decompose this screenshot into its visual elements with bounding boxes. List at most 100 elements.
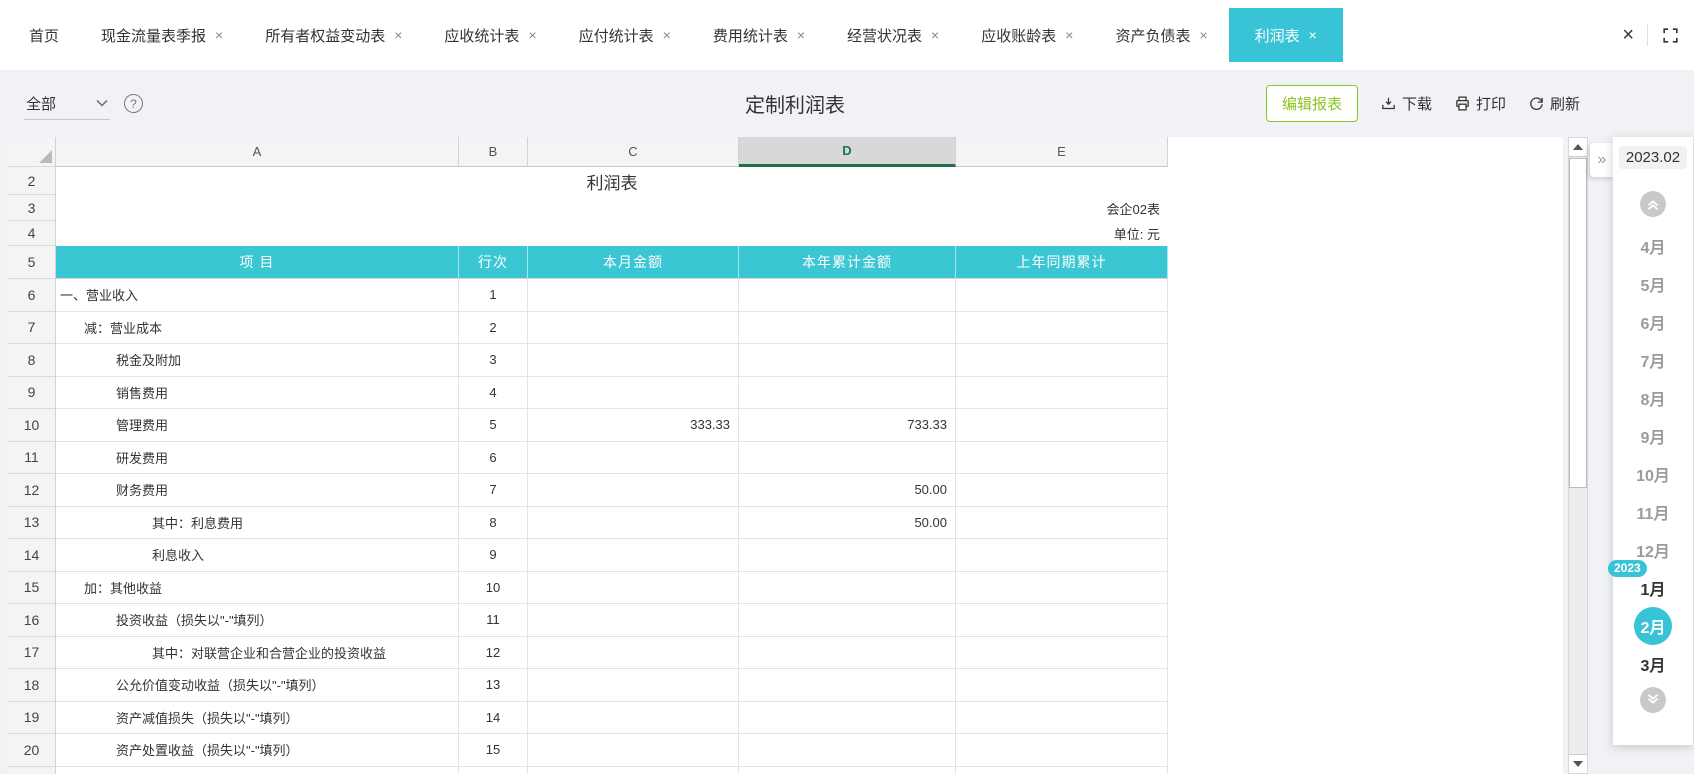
report-tab[interactable]: 现金流量表季报 ×: [80, 0, 244, 70]
fullscreen-icon[interactable]: [1661, 26, 1680, 45]
line-no-cell[interactable]: 16: [459, 766, 528, 774]
line-no-cell[interactable]: 11: [459, 604, 528, 637]
unit-cell[interactable]: 单位: 元: [56, 221, 1168, 246]
line-no-cell[interactable]: 5: [459, 409, 528, 442]
row-number[interactable]: 11: [8, 441, 56, 474]
month-amount-cell[interactable]: 333.33: [528, 766, 739, 774]
ytd-amount-cell[interactable]: [739, 636, 956, 669]
line-no-cell[interactable]: 7: [459, 474, 528, 507]
prior-period-cell[interactable]: [956, 571, 1168, 604]
row-number[interactable]: 17: [8, 636, 56, 669]
row-number[interactable]: 16: [8, 604, 56, 637]
row-number[interactable]: 12: [8, 474, 56, 507]
item-cell[interactable]: 税金及附加: [56, 344, 459, 377]
line-no-cell[interactable]: 9: [459, 539, 528, 572]
line-no-cell[interactable]: 1: [459, 279, 528, 312]
line-no-cell[interactable]: 4: [459, 376, 528, 409]
row-number[interactable]: 4: [8, 221, 56, 246]
scroll-down-button[interactable]: [1569, 754, 1587, 773]
report-tab[interactable]: 首页: [8, 0, 80, 70]
report-tab[interactable]: 应付统计表 ×: [558, 0, 692, 70]
tab-close-icon[interactable]: ×: [931, 27, 939, 43]
month-item[interactable]: 6月: [1613, 303, 1693, 341]
month-amount-cell[interactable]: [528, 311, 739, 344]
item-cell[interactable]: 公允价值变动收益（损失以"-"填列）: [56, 669, 459, 702]
tab-close-icon[interactable]: ×: [394, 27, 402, 43]
month-item[interactable]: 10月: [1613, 455, 1693, 493]
line-no-cell[interactable]: 2: [459, 311, 528, 344]
report-tab[interactable]: 所有者权益变动表 ×: [244, 0, 423, 70]
print-button[interactable]: 打印: [1454, 93, 1506, 114]
line-no-cell[interactable]: 6: [459, 441, 528, 474]
scope-select[interactable]: 全部: [24, 88, 110, 120]
month-amount-cell[interactable]: [528, 669, 739, 702]
row-number[interactable]: 20: [8, 734, 56, 767]
ytd-amount-cell[interactable]: 733.33: [739, 766, 956, 774]
tab-close-icon[interactable]: ×: [528, 27, 536, 43]
scroll-up-button[interactable]: [1569, 138, 1587, 157]
prior-period-cell[interactable]: [956, 734, 1168, 767]
month-amount-cell[interactable]: [528, 604, 739, 637]
month-amount-cell[interactable]: [528, 506, 739, 539]
month-amount-cell[interactable]: [528, 734, 739, 767]
report-tab[interactable]: 费用统计表 ×: [692, 0, 826, 70]
item-cell[interactable]: 投资收益（损失以"-"填列）: [56, 604, 459, 637]
header-item[interactable]: 项 目: [56, 246, 459, 279]
column-header-b[interactable]: B: [459, 137, 528, 167]
help-icon[interactable]: ?: [124, 94, 143, 113]
scrollbar-thumb[interactable]: [1569, 158, 1587, 488]
prior-period-cell[interactable]: [956, 539, 1168, 572]
row-number[interactable]: 2: [8, 167, 56, 195]
ytd-amount-cell[interactable]: [739, 669, 956, 702]
prior-period-cell[interactable]: [956, 701, 1168, 734]
refresh-button[interactable]: 刷新: [1528, 93, 1580, 114]
month-item[interactable]: 3月: [1613, 645, 1693, 683]
header-month-amount[interactable]: 本月金额: [528, 246, 739, 279]
item-cell[interactable]: 资产处置收益（损失以"-"填列）: [56, 734, 459, 767]
prior-period-cell[interactable]: [956, 409, 1168, 442]
tab-close-icon[interactable]: ×: [1199, 27, 1207, 43]
select-all-corner[interactable]: [8, 137, 56, 167]
month-amount-cell[interactable]: [528, 636, 739, 669]
ytd-amount-cell[interactable]: [739, 701, 956, 734]
header-line-no[interactable]: 行次: [459, 246, 528, 279]
ytd-amount-cell[interactable]: [739, 539, 956, 572]
row-number[interactable]: 19: [8, 701, 56, 734]
month-amount-cell[interactable]: [528, 474, 739, 507]
column-header-e[interactable]: E: [956, 137, 1168, 167]
report-title-cell[interactable]: 利润表: [56, 167, 1168, 195]
line-no-cell[interactable]: 8: [459, 506, 528, 539]
month-item[interactable]: 8月: [1613, 379, 1693, 417]
report-tab[interactable]: 资产负债表 ×: [1094, 0, 1228, 70]
month-item[interactable]: 5月: [1613, 265, 1693, 303]
item-cell[interactable]: 一、营业收入: [56, 279, 459, 312]
prior-period-cell[interactable]: [956, 279, 1168, 312]
prior-period-cell[interactable]: [956, 604, 1168, 637]
header-ytd-amount[interactable]: 本年累计金额: [739, 246, 956, 279]
prior-period-cell[interactable]: [956, 636, 1168, 669]
download-button[interactable]: 下载: [1380, 93, 1432, 114]
ytd-amount-cell[interactable]: 733.33: [739, 409, 956, 442]
line-no-cell[interactable]: 10: [459, 571, 528, 604]
prior-period-cell[interactable]: [956, 376, 1168, 409]
prior-period-cell[interactable]: [956, 311, 1168, 344]
row-number[interactable]: 21: [8, 766, 56, 774]
tab-close-icon[interactable]: ×: [663, 27, 671, 43]
tab-close-icon[interactable]: ×: [1065, 27, 1073, 43]
row-number[interactable]: 9: [8, 376, 56, 409]
item-cell[interactable]: 销售费用: [56, 376, 459, 409]
row-number[interactable]: 3: [8, 195, 56, 221]
months-scroll-up-button[interactable]: [1640, 191, 1666, 217]
collapse-month-panel-button[interactable]: »: [1590, 143, 1614, 177]
row-number[interactable]: 13: [8, 506, 56, 539]
line-no-cell[interactable]: 12: [459, 636, 528, 669]
item-cell[interactable]: 管理费用: [56, 409, 459, 442]
tab-close-icon[interactable]: ×: [215, 27, 223, 43]
ytd-amount-cell[interactable]: [739, 376, 956, 409]
month-amount-cell[interactable]: [528, 279, 739, 312]
ytd-amount-cell[interactable]: [739, 571, 956, 604]
tab-close-icon[interactable]: ×: [1309, 27, 1317, 43]
ytd-amount-cell[interactable]: [739, 279, 956, 312]
row-number[interactable]: 15: [8, 571, 56, 604]
ytd-amount-cell[interactable]: [739, 344, 956, 377]
